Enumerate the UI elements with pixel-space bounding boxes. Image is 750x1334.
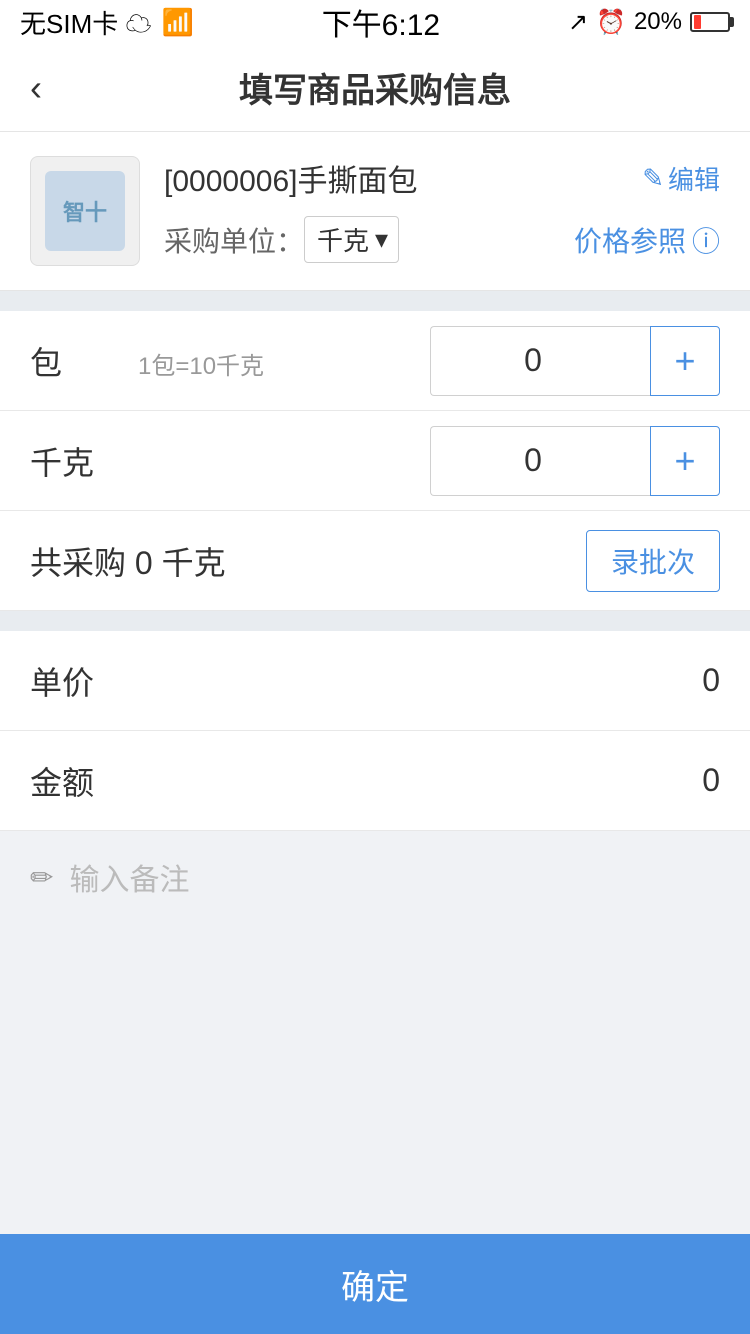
status-left: 无SIM卡 ☁ 📶	[20, 4, 194, 41]
wifi-icon: 📶	[161, 7, 193, 38]
form-section: 包 1包=10千克 + 千克 + 共采购 0 千克 录批次	[0, 311, 750, 611]
amount-label: 金额	[30, 758, 94, 804]
divider-2	[0, 611, 750, 631]
product-name: [0000006]手撕面包	[164, 156, 417, 200]
amount-value: 0	[702, 762, 720, 799]
alarm-icon: ⏰	[596, 8, 626, 37]
info-section: 单价 0 金额 0	[0, 631, 750, 831]
record-batch-button[interactable]: 录批次	[586, 530, 720, 592]
notes-placeholder: 输入备注	[69, 855, 189, 899]
notes-section: ✏ 输入备注	[0, 831, 750, 1131]
sim-label: 无SIM卡 ☁	[20, 4, 151, 41]
kg-label: 千克	[30, 438, 130, 484]
page-title: 填写商品采购信息	[239, 63, 511, 112]
pencil-icon: ✏	[30, 861, 53, 894]
bao-row: 包 1包=10千克 +	[0, 311, 750, 411]
product-thumbnail: 智十	[30, 156, 140, 266]
edit-label: 编辑	[668, 160, 720, 197]
back-button[interactable]: ‹	[20, 57, 52, 119]
unit-price-label: 单价	[30, 658, 94, 704]
summary-unit-value: 千克	[162, 545, 226, 581]
kg-input-group: +	[430, 426, 720, 496]
bao-label: 包	[30, 338, 130, 384]
summary-text: 共采购 0 千克	[30, 538, 226, 584]
chevron-down-icon: ▾	[375, 224, 388, 255]
notes-input-row[interactable]: ✏ 输入备注	[30, 855, 720, 899]
unit-select-group: 采购单位： 千克 ▾	[164, 216, 399, 263]
summary-row: 共采购 0 千克 录批次	[0, 511, 750, 611]
product-name-row: [0000006]手撕面包 ✎ 编辑	[164, 156, 720, 200]
unit-price-row: 单价 0	[0, 631, 750, 731]
summary-amount-value: 0	[135, 545, 153, 581]
price-ref-label: 价格参照	[574, 220, 686, 260]
summary-label: 共采购	[30, 545, 126, 581]
price-ref-button[interactable]: 价格参照 ⓘ	[574, 220, 720, 260]
edit-icon: ✎	[642, 163, 664, 194]
product-info: [0000006]手撕面包 ✎ 编辑 采购单位： 千克 ▾ 价格参照 ⓘ	[164, 156, 720, 263]
confirm-label: 确定	[341, 1260, 409, 1309]
unit-value: 千克	[317, 221, 369, 258]
confirm-button[interactable]: 确定	[0, 1234, 750, 1334]
bao-input[interactable]	[430, 326, 650, 396]
product-thumb-text: 智十	[63, 195, 107, 227]
bao-sub: 1包=10千克	[138, 346, 264, 381]
nav-bar: ‹ 填写商品采购信息	[0, 44, 750, 132]
battery-icon	[690, 12, 730, 32]
unit-label: 采购单位：	[164, 220, 304, 260]
location-icon: ↗	[568, 8, 588, 37]
bao-label-group: 包 1包=10千克	[30, 338, 264, 384]
status-bar: 无SIM卡 ☁ 📶 下午6:12 ↗ ⏰ 20%	[0, 0, 750, 44]
product-thumb-inner: 智十	[45, 171, 125, 251]
divider-1	[0, 291, 750, 311]
kg-row: 千克 +	[0, 411, 750, 511]
info-icon: ⓘ	[692, 220, 720, 260]
battery-percent: 20%	[634, 8, 682, 36]
kg-plus-button[interactable]: +	[650, 426, 720, 496]
product-card: 智十 [0000006]手撕面包 ✎ 编辑 采购单位： 千克 ▾ 价格参照 ⓘ	[0, 132, 750, 291]
kg-input[interactable]	[430, 426, 650, 496]
unit-price-value: 0	[702, 662, 720, 699]
status-right: ↗ ⏰ 20%	[568, 8, 730, 37]
unit-select[interactable]: 千克 ▾	[304, 216, 399, 263]
bao-plus-button[interactable]: +	[650, 326, 720, 396]
unit-row: 采购单位： 千克 ▾ 价格参照 ⓘ	[164, 216, 720, 263]
edit-button[interactable]: ✎ 编辑	[642, 160, 720, 197]
bao-input-group: +	[430, 326, 720, 396]
status-time: 下午6:12	[322, 0, 440, 44]
amount-row: 金额 0	[0, 731, 750, 831]
